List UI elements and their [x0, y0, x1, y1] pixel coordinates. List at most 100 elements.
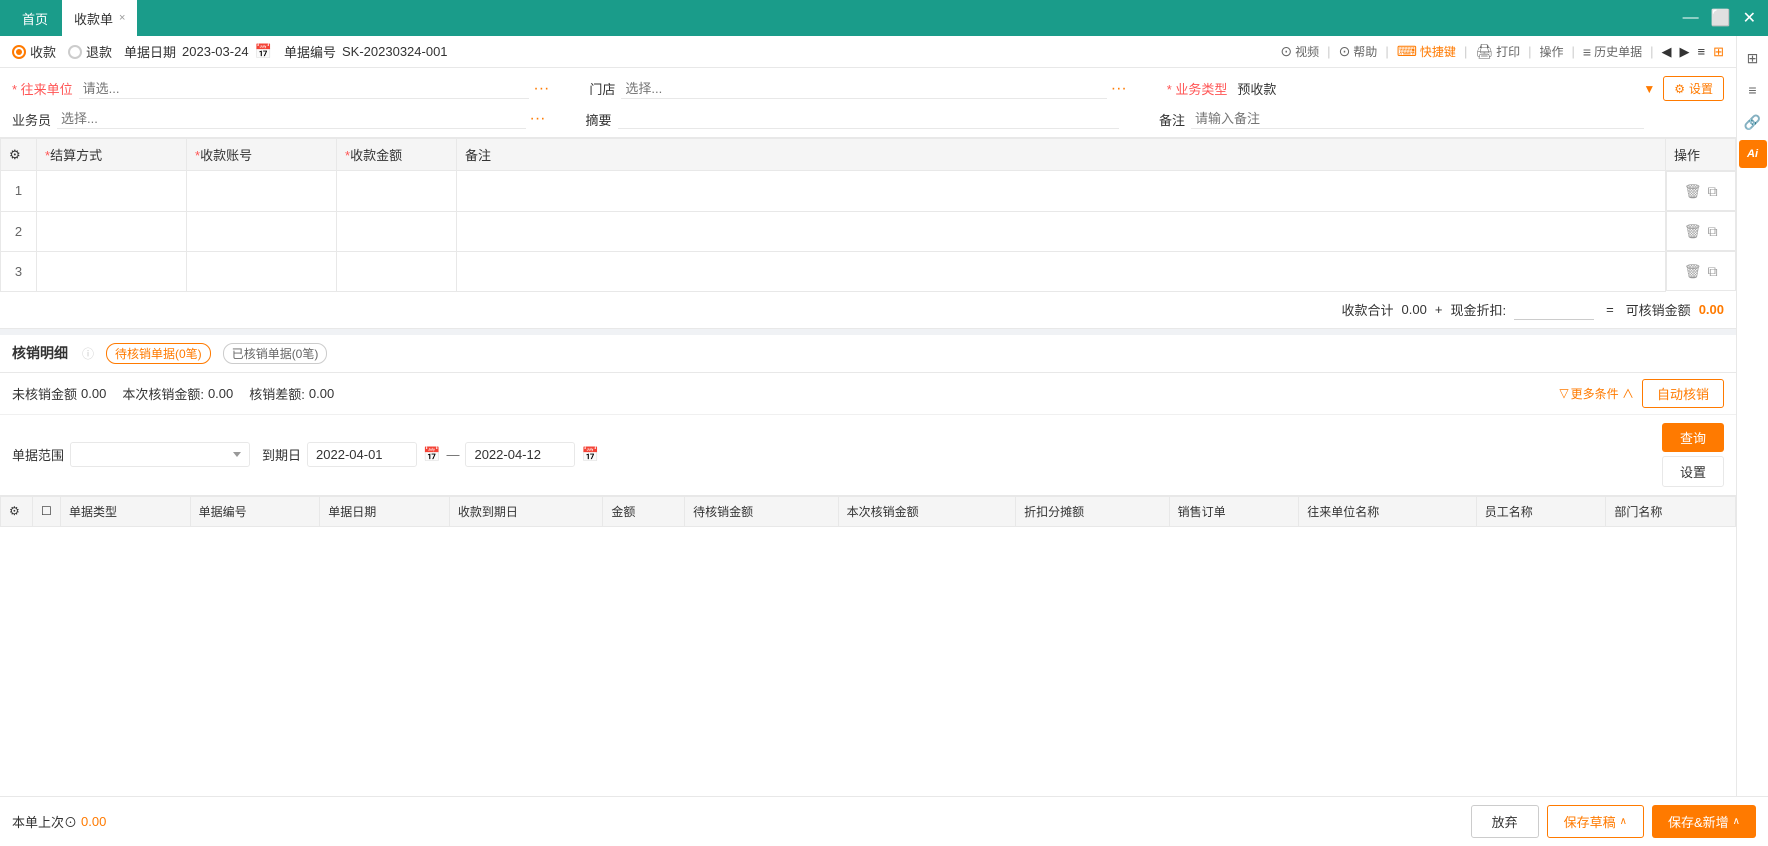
abandon-button[interactable]: 放弃 [1471, 805, 1539, 838]
bth-gear[interactable]: ⚙ [1, 496, 33, 526]
tab-close-icon[interactable]: × [119, 12, 125, 24]
nav-home[interactable]: 首页 [8, 0, 62, 36]
date-from-cal-icon[interactable]: 📅 [423, 446, 440, 463]
radio-receive[interactable]: 收款 [12, 42, 56, 61]
th-gear[interactable]: ⚙ [1, 139, 37, 171]
date-to-cal-icon[interactable]: 📅 [581, 446, 598, 463]
row-ops-3: 🗑 ⧉ [1666, 251, 1736, 291]
row-amount-2[interactable] [337, 211, 457, 251]
footer: 本单上次⊙ 0.00 放弃 保存草稿 ∧ 保存&新增 ∧ [0, 796, 1768, 846]
from-unit-more-icon[interactable]: ··· [533, 80, 549, 98]
radio-return[interactable]: 退款 [68, 42, 112, 61]
summary-label: 摘要 [586, 110, 612, 129]
row-settlement-3[interactable] [37, 251, 187, 291]
staff-more-icon[interactable]: ··· [530, 110, 546, 128]
bth-check[interactable]: ☐ [33, 496, 61, 526]
filter-settings-button[interactable]: 设置 [1662, 456, 1724, 487]
date-from-input[interactable] [307, 442, 417, 467]
top-nav: 首页 收款单 × — ⬜ ✕ [0, 0, 1768, 36]
date-to-input[interactable] [465, 442, 575, 467]
ops-action[interactable]: 操作 [1540, 43, 1564, 60]
settings-button[interactable]: ⚙ 设置 [1663, 76, 1724, 101]
store-input[interactable] [621, 79, 1106, 99]
row-account-1[interactable] [187, 171, 337, 212]
bottom-table-container: ⚙ ☐ 单据类型 单据编号 单据日期 收款到期日 金额 待核销金额 本次核销金额… [0, 496, 1736, 797]
shortcut-action[interactable]: ⌨ 快捷键 [1397, 43, 1456, 60]
staff-input[interactable] [57, 109, 526, 129]
row-settlement-2[interactable] [37, 211, 187, 251]
table-row: 2 🗑 ⧉ [1, 211, 1736, 251]
row-remark-3[interactable] [457, 251, 1666, 291]
receivable-label: 可核销金额 [1626, 300, 1691, 319]
sidebar-attach-icon[interactable]: 🔗 [1739, 108, 1767, 136]
save-draft-button[interactable]: 保存草稿 ∧ [1547, 805, 1644, 838]
table-area: ⚙ *结算方式 *收款账号 *收款金额 备注 操作 [0, 138, 1736, 292]
summary-input[interactable] [618, 109, 1119, 129]
row-delete-icon-3[interactable]: 🗑 [1684, 263, 1702, 280]
store-more-icon[interactable]: ··· [1111, 80, 1127, 98]
nav-tab-receipt[interactable]: 收款单 × [62, 0, 137, 36]
row-account-3[interactable] [187, 251, 337, 291]
date-value: 2023-03-24 [182, 44, 249, 59]
remark-input[interactable] [1191, 109, 1644, 129]
window-minimize-icon[interactable]: — [1679, 7, 1703, 29]
recon-stats: 未核销金额 0.00 本次核销金额: 0.00 核销差额: 0.00 ▽ 更多条… [0, 373, 1736, 415]
recon-pending-tag[interactable]: 待核销单据(0笔) [106, 343, 211, 364]
help-action[interactable]: ⊙ 帮助 [1339, 43, 1378, 60]
bottom-data-table: ⚙ ☐ 单据类型 单据编号 单据日期 收款到期日 金额 待核销金额 本次核销金额… [0, 496, 1736, 527]
biz-type-group: * 业务类型 预收款 ▼ [1167, 77, 1656, 100]
next-icon[interactable]: ▶ [1680, 44, 1690, 60]
remark-group: 备注 [1159, 109, 1644, 129]
row-delete-icon-1[interactable]: 🗑 [1684, 183, 1702, 200]
shortcut-icon: ⌨ [1397, 43, 1417, 60]
recon-done-tag[interactable]: 已核销单据(0笔) [223, 343, 328, 364]
row-account-2[interactable] [187, 211, 337, 251]
footer-order-value: 0.00 [81, 814, 106, 829]
query-button[interactable]: 查询 [1662, 423, 1724, 452]
date-cal-icon[interactable]: 📅 [255, 43, 272, 60]
recon-title: 核销明细 [12, 343, 68, 363]
row-copy-icon-2[interactable]: ⧉ [1708, 223, 1718, 240]
bth-date: 单据日期 [320, 496, 450, 526]
biz-type-dropdown-icon[interactable]: ▼ [1643, 82, 1655, 96]
sidebar-ai-icon[interactable]: Ai [1739, 140, 1767, 168]
row-copy-icon-3[interactable]: ⧉ [1708, 263, 1718, 280]
save-new-button[interactable]: 保存&新增 ∧ [1652, 805, 1756, 838]
grid-icon[interactable]: ⊞ [1713, 44, 1724, 60]
history-action[interactable]: ≡ 历史单据 [1583, 43, 1642, 60]
sidebar-form-icon[interactable]: ≡ [1739, 76, 1767, 104]
biz-type-value: 预收款 [1233, 77, 1639, 100]
auto-recon-button[interactable]: 自动核销 [1642, 379, 1724, 408]
row-settlement-1[interactable] [37, 171, 187, 212]
video-icon: ⊙ [1280, 43, 1292, 60]
range-filter-select[interactable] [70, 442, 250, 467]
form-row-1: * 往来单位 ··· 门店 ··· * 业务类型 预收款 ▼ [12, 76, 1724, 101]
row-amount-1[interactable] [337, 171, 457, 212]
form-row-2: 业务员 ··· 摘要 备注 [12, 109, 1724, 129]
layout-icon[interactable]: ≡ [1698, 44, 1706, 59]
row-amount-3[interactable] [337, 251, 457, 291]
row-remark-2[interactable] [457, 211, 1666, 251]
window-close-icon[interactable]: ✕ [1739, 6, 1760, 30]
diff-label: 核销差额: [249, 384, 305, 403]
history-icon: ≡ [1583, 44, 1591, 60]
settings-label: 设置 [1689, 80, 1713, 97]
unverified-stat: 未核销金额 0.00 [12, 384, 106, 403]
prev-icon[interactable]: ◀ [1662, 44, 1672, 60]
row-delete-icon-2[interactable]: 🗑 [1684, 223, 1702, 240]
no-value: SK-20230324-001 [342, 44, 448, 59]
print-action[interactable]: 🖨 打印 [1475, 43, 1520, 60]
discount-input[interactable] [1514, 300, 1594, 320]
main-data-table: ⚙ *结算方式 *收款账号 *收款金额 备注 操作 [0, 138, 1736, 292]
bth-pending-amount: 待核销金额 [685, 496, 839, 526]
sidebar-table-icon[interactable]: ⊞ [1739, 44, 1767, 72]
history-label: 历史单据 [1594, 43, 1642, 60]
row-copy-icon-1[interactable]: ⧉ [1708, 183, 1718, 200]
row-remark-1[interactable] [457, 171, 1666, 212]
from-unit-input[interactable] [79, 79, 530, 99]
more-conditions-btn[interactable]: ▽ 更多条件 ∧ [1559, 385, 1634, 402]
recon-section: 核销明细 ⓘ 待核销单据(0笔) 已核销单据(0笔) 未核销金额 0.00 本次… [0, 335, 1736, 797]
video-action[interactable]: ⊙ 视频 [1280, 43, 1319, 60]
bth-current-amount: 本次核销金额 [838, 496, 1015, 526]
window-restore-icon[interactable]: ⬜ [1707, 6, 1735, 30]
